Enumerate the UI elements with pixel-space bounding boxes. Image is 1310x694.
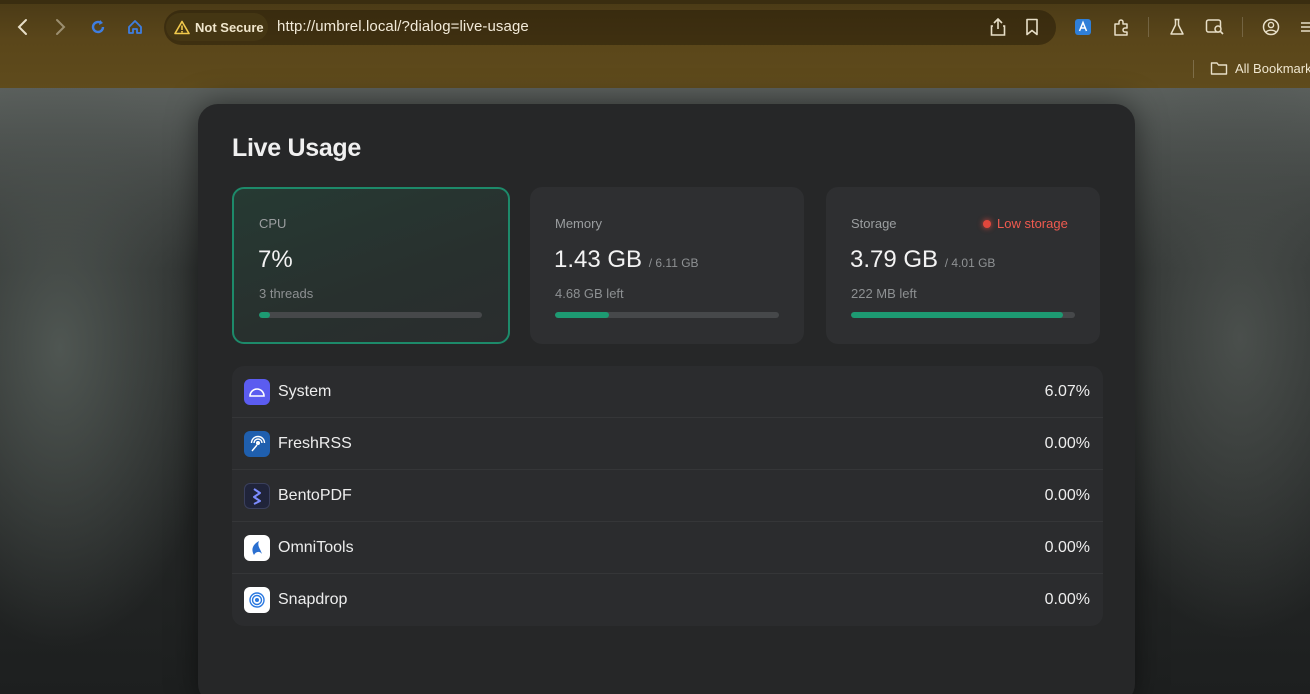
profile-icon (1262, 18, 1280, 36)
app-cpu-percent: 0.00% (1044, 539, 1090, 556)
menu-button[interactable] (1294, 14, 1310, 40)
list-item[interactable]: Snapdrop 0.00% (232, 574, 1103, 626)
storage-value: 3.79 GB / 4.01 GB (850, 246, 996, 273)
snapdrop-app-icon (244, 587, 270, 613)
storage-left: 222 MB left (851, 286, 917, 301)
memory-total: / 6.11 GB (648, 256, 699, 270)
app-cpu-percent: 0.00% (1044, 591, 1090, 608)
app-name: BentoPDF (278, 487, 352, 504)
all-bookmarks-button[interactable] (1210, 60, 1228, 81)
all-bookmarks-label[interactable]: All Bookmarks (1235, 61, 1310, 76)
cpu-progress (259, 312, 482, 318)
url-text[interactable]: http://umbrel.local/?dialog=live-usage (277, 18, 529, 35)
memory-label: Memory (555, 216, 602, 231)
cpu-label: CPU (259, 216, 287, 231)
chevron-right-icon (56, 19, 66, 35)
storage-progress (851, 312, 1075, 318)
cpu-value: 7% (258, 246, 293, 273)
app-name: FreshRSS (278, 435, 352, 452)
memory-progress (555, 312, 779, 318)
app-cpu-percent: 0.00% (1044, 435, 1090, 452)
app-usage-list: System 6.07% FreshRSS 0.00% BentoPDF 0.0… (232, 366, 1103, 626)
memory-value: 1.43 GB / 6.11 GB (554, 246, 699, 273)
menu-icon (1301, 22, 1310, 32)
app-cpu-percent: 0.00% (1044, 487, 1090, 504)
bookmark-icon (1026, 18, 1038, 36)
chevron-left-icon (17, 19, 27, 35)
puzzle-icon (1114, 19, 1128, 36)
profile-button[interactable] (1258, 14, 1284, 40)
reload-icon (91, 20, 105, 34)
dialog-title: Live Usage (232, 134, 362, 162)
app-cpu-percent: 6.07% (1044, 383, 1090, 400)
flask-icon (1170, 18, 1184, 35)
cpu-threads: 3 threads (259, 286, 314, 301)
home-icon (128, 20, 142, 34)
forward-button[interactable] (47, 14, 73, 40)
page-search-button[interactable] (1202, 14, 1228, 40)
list-item[interactable]: System 6.07% (232, 366, 1103, 418)
security-indicator[interactable]: Not Secure (166, 13, 268, 41)
low-storage-text: Low storage (997, 216, 1068, 231)
back-button[interactable] (10, 14, 36, 40)
low-storage-badge: Low storage (983, 216, 1068, 231)
labs-button[interactable] (1164, 14, 1190, 40)
translate-extension-button[interactable] (1070, 14, 1096, 40)
storage-progress-fill (851, 312, 1063, 318)
folder-icon (1210, 62, 1228, 75)
toolbar-separator (1242, 17, 1243, 37)
browser-toolbar: Not Secure http://umbrel.local/?dialog=l… (0, 0, 1310, 88)
warning-dot-icon (983, 219, 991, 228)
bentopdf-app-icon (244, 483, 270, 509)
warning-icon (174, 20, 190, 34)
list-item[interactable]: OmniTools 0.00% (232, 522, 1103, 574)
system-app-icon (244, 379, 270, 405)
reload-button[interactable] (85, 14, 111, 40)
search-page-icon (1205, 19, 1224, 35)
storage-total: / 4.01 GB (944, 256, 996, 270)
memory-left: 4.68 GB left (555, 286, 624, 301)
extensions-button[interactable] (1108, 14, 1134, 40)
app-name: Snapdrop (278, 591, 348, 608)
list-item[interactable]: FreshRSS 0.00% (232, 418, 1103, 470)
tab-strip-edge (0, 0, 1310, 4)
toolbar-separator (1148, 17, 1149, 37)
bookmarks-separator (1193, 60, 1194, 78)
cpu-progress-fill (259, 312, 271, 318)
memory-progress-fill (555, 312, 609, 318)
home-button[interactable] (122, 14, 148, 40)
security-label: Not Secure (195, 19, 264, 35)
storage-label: Storage (851, 216, 897, 231)
freshrss-app-icon (244, 431, 270, 457)
omnitools-app-icon (244, 535, 270, 561)
share-button[interactable] (985, 14, 1011, 40)
app-name: System (278, 383, 332, 400)
list-item[interactable]: BentoPDF 0.00% (232, 470, 1103, 522)
share-icon (990, 18, 1006, 36)
bookmark-button[interactable] (1019, 14, 1045, 40)
translate-extension-icon (1075, 19, 1091, 35)
app-name: OmniTools (278, 539, 354, 556)
